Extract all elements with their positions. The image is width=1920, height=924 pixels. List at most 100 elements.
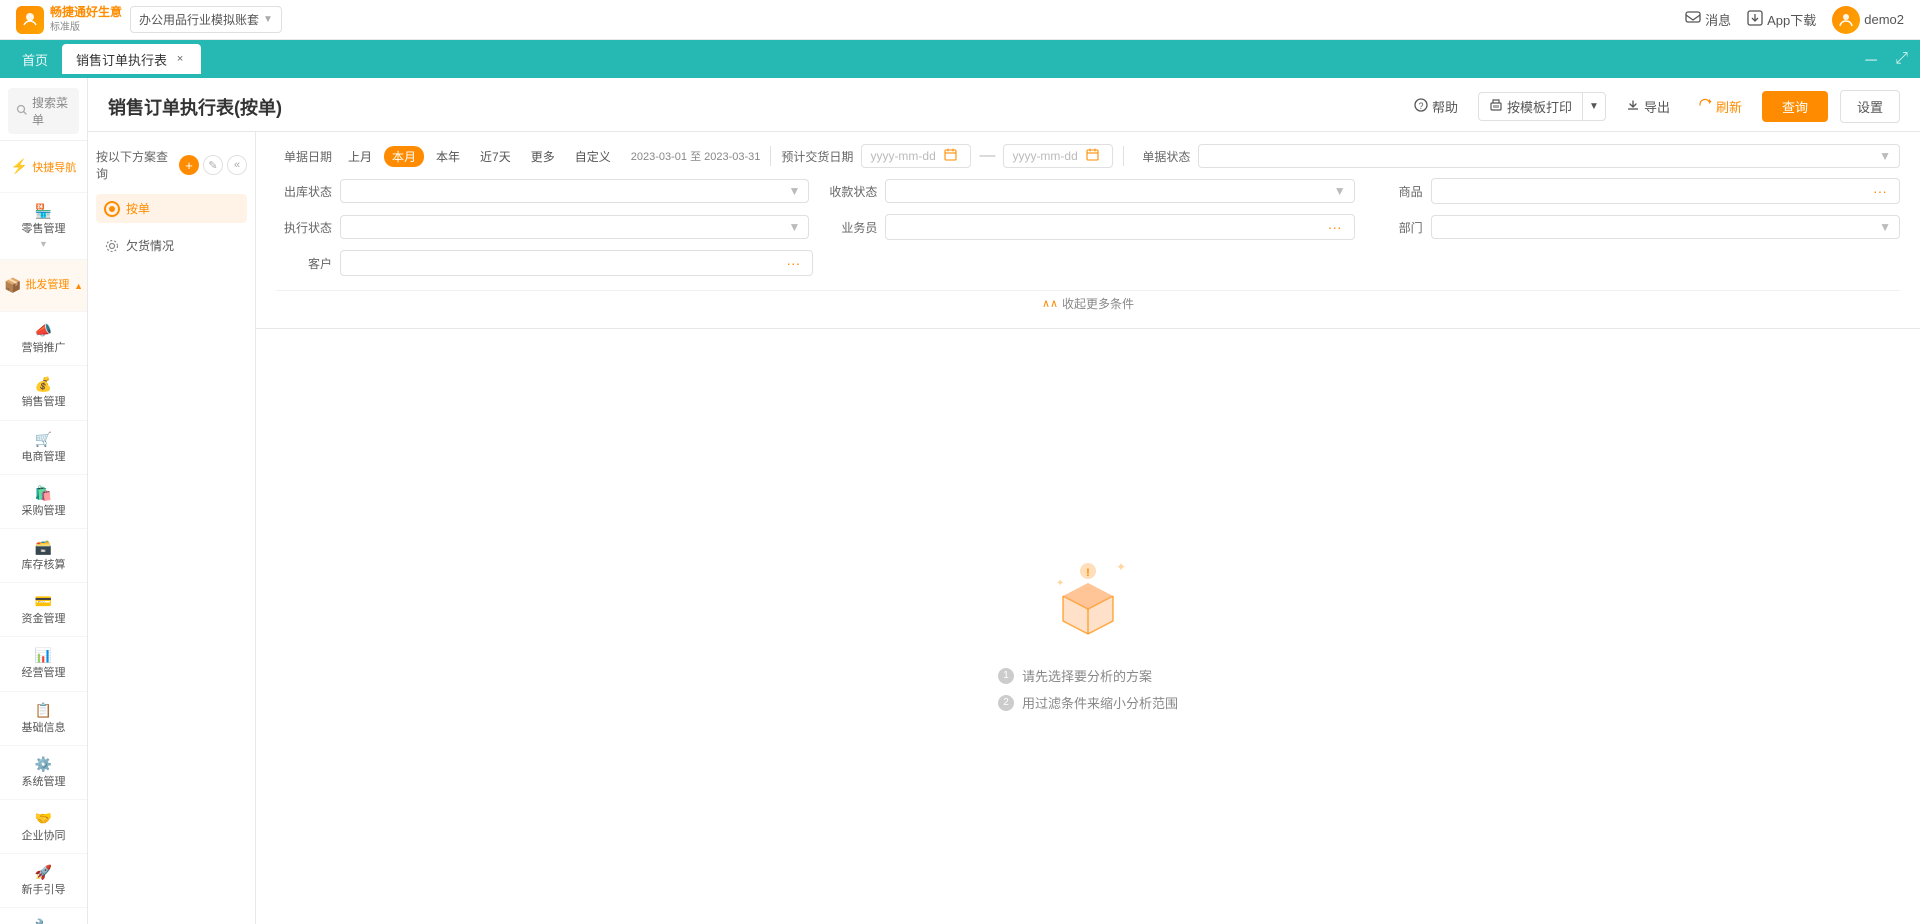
date-more-btn[interactable]: 更多 [523,146,563,167]
date-this-month-btn[interactable]: 本月 [384,146,424,167]
purchase-icon: 🛍️ [35,485,52,502]
expected-date-end[interactable]: yyyy-mm-dd [1003,144,1113,168]
page-actions: ? 帮助 按模板打印 [1406,90,1900,123]
scheme-circle-icon [104,201,120,217]
add-scheme-button[interactable]: + [179,155,199,175]
chevron-down-icon-dept: ▼ [1879,220,1891,234]
app-download-action[interactable]: App下载 [1747,10,1816,29]
wholesale-icon: 📦 [4,277,21,294]
tab-close-icon[interactable]: × [173,52,187,66]
logo-text: 畅捷通好生意 标准版 [50,5,122,34]
chevron-down-icon: ▼ [263,14,273,25]
refresh-icon [1698,98,1712,115]
logo-area: 畅捷通好生意 标准版 [16,5,122,34]
sidebar-item-newbie[interactable]: 🚀 新手引导 [0,854,87,908]
help-button[interactable]: ? 帮助 [1406,93,1466,120]
tab-minimize-icon[interactable]: － [1859,43,1883,75]
tab-bar-actions: － ⤢ [1859,43,1912,75]
export-button[interactable]: 导出 [1618,93,1678,120]
sidebar-item-basic[interactable]: 📋 基础信息 [0,692,87,746]
basic-icon: 📋 [35,702,52,719]
company-selector[interactable]: 办公用品行业模拟账套 ▼ [130,6,282,33]
enterprise-icon: 🤝 [35,810,52,827]
sidebar-item-retail[interactable]: 🏪 零售管理 ▼ [0,193,87,260]
user-action[interactable]: demo2 [1832,6,1904,34]
retail-icon: 🏪 [35,203,52,220]
right-content: 单据日期 上月 本月 本年 近7天 更多 自定义 2023-03-01 至 20… [256,132,1920,924]
search-icon [16,104,28,119]
execution-status-field: 执行状态 ▼ [276,215,809,239]
scheme-gear-icon [104,238,120,254]
date-7days-btn[interactable]: 近7天 [472,146,519,167]
sidebar-item-appstore[interactable]: 🔧 应用中心 [0,908,87,924]
page-header: 销售订单执行表(按单) ? 帮助 [88,78,1920,132]
settings-button[interactable]: 设置 [1840,90,1900,123]
quick-nav-icon: ⚡ [11,158,28,175]
empty-step-1: 1 请先选择要分析的方案 [998,666,1178,685]
expected-date-field: 预计交货日期 yyyy-mm-dd [781,144,1113,168]
filter-section-inner: 单据日期 上月 本月 本年 近7天 更多 自定义 2023-03-01 至 20… [276,144,1900,316]
customer-input[interactable]: ··· [340,250,813,276]
search-menu-button[interactable]: 搜索菜单 [8,88,79,134]
sidebar-item-inventory[interactable]: 🗃️ 库存核算 [0,529,87,583]
date-custom-btn[interactable]: 自定义 [567,146,619,167]
collapse-filter-button[interactable]: ∧∧ 收起更多条件 [276,290,1900,316]
download-icon [1747,10,1763,29]
sidebar-item-label: 快捷导航 [32,159,76,175]
date-prev-month-btn[interactable]: 上月 [340,146,380,167]
batch-print-button[interactable]: 按模板打印 ▼ [1478,92,1606,121]
sidebar: 搜索菜单 ⚡ 快捷导航 🏪 零售管理 ▼ 📦 批发管理 ▲ 📣 营 [0,78,88,924]
dept-select[interactable]: ▼ [1431,215,1900,239]
filter-row-1: 单据日期 上月 本月 本年 近7天 更多 自定义 2023-03-01 至 20… [276,144,1900,168]
goods-input[interactable]: ··· [1431,178,1900,204]
sidebar-item-purchase[interactable]: 🛍️ 采购管理 [0,475,87,529]
edit-icon: ✎ [208,159,217,172]
execution-status-select[interactable]: ▼ [340,215,809,239]
sales-icon: 💰 [35,376,52,393]
scheme-item-debt[interactable]: 欠货情况 [96,231,247,260]
shipping-status-select[interactable]: ▼ [340,179,809,203]
divider-1 [770,146,771,166]
sidebar-item-quick-nav[interactable]: ⚡ 快捷导航 [0,141,87,193]
shipping-status-field: 出库状态 ▼ [276,179,809,203]
goods-field: 商品 ··· [1367,178,1900,204]
left-panel: 按以下方案查询 + ✎ « [88,132,256,924]
batch-print-arrow-icon[interactable]: ▼ [1583,97,1605,116]
sidebar-item-marketing[interactable]: 📣 营销推广 [0,312,87,366]
expected-date-start[interactable]: yyyy-mm-dd [861,144,971,168]
scheme-item-press[interactable]: 按单 [96,194,247,223]
chevron-down-icon-receipt: ▼ [1334,184,1346,198]
svg-text:✦: ✦ [1056,578,1064,589]
operations-icon: 📊 [35,647,52,664]
header-left: 畅捷通好生意 标准版 办公用品行业模拟账套 ▼ [16,5,282,34]
tab-home[interactable]: 首页 [8,44,62,74]
edit-scheme-button[interactable]: ✎ [203,155,223,175]
sidebar-item-operations[interactable]: 📊 经营管理 [0,637,87,691]
sidebar-item-sales[interactable]: 💰 销售管理 [0,366,87,420]
date-this-year-btn[interactable]: 本年 [428,146,468,167]
query-button[interactable]: 查询 [1762,91,1828,122]
salesperson-input[interactable]: ··· [885,214,1354,240]
dots-icon-salesperson: ··· [1324,219,1346,235]
tab-maximize-icon[interactable]: ⤢ [1891,46,1912,72]
help-icon: ? [1414,98,1428,115]
export-icon [1626,98,1640,115]
tab-sales-order[interactable]: 销售订单执行表 × [62,44,201,74]
top-header: 畅捷通好生意 标准版 办公用品行业模拟账套 ▼ 消息 [0,0,1920,40]
calendar-icon-2 [1086,148,1099,164]
svg-text:✦: ✦ [1116,560,1126,574]
sidebar-item-system[interactable]: ⚙️ 系统管理 [0,746,87,800]
collapse-up-icon: ∧∧ [1042,297,1058,310]
message-action[interactable]: 消息 [1685,10,1731,29]
header-right: 消息 App下载 demo2 [1685,6,1904,34]
refresh-button[interactable]: 刷新 [1690,93,1750,120]
receipt-status-select[interactable]: ▼ [885,179,1354,203]
filter-section: 单据日期 上月 本月 本年 近7天 更多 自定义 2023-03-01 至 20… [256,132,1920,329]
sidebar-item-finance[interactable]: 💳 资金管理 [0,583,87,637]
doc-status-select[interactable]: ▼ [1198,144,1900,168]
collapse-panel-button[interactable]: « [227,155,247,175]
sidebar-item-enterprise[interactable]: 🤝 企业协同 [0,800,87,854]
sidebar-item-wholesale[interactable]: 📦 批发管理 ▲ [0,260,87,312]
divider-2 [1123,146,1124,166]
sidebar-item-ecommerce[interactable]: 🛒 电商管理 [0,421,87,475]
